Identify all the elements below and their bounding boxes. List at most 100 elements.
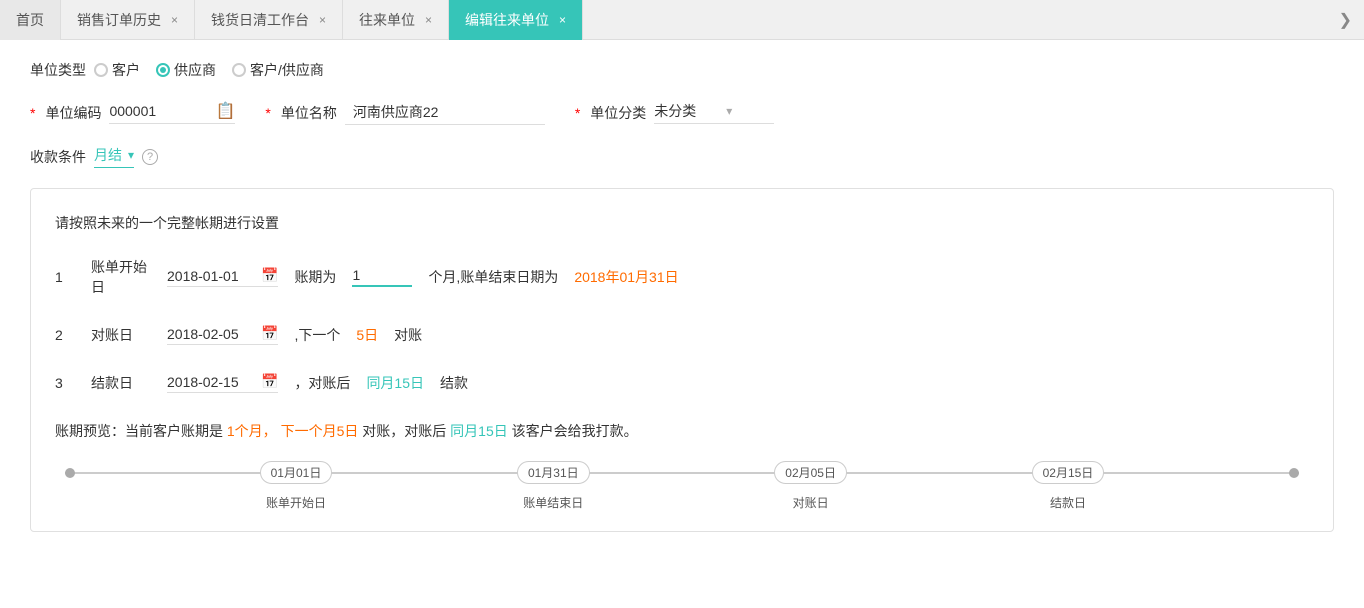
- period-prefix-3: ，对账后: [294, 373, 350, 393]
- timeline-date-1: 01月01日: [260, 461, 333, 484]
- date-reconcile-calendar-icon[interactable]: 📅: [261, 325, 278, 342]
- period-label-3: 结款日: [91, 373, 151, 393]
- period-end-date-highlight: 2018年01月31日: [574, 267, 678, 287]
- unit-category-value: 未分类: [654, 101, 696, 121]
- tab-cash-work[interactable]: 钱货日清工作台 ×: [195, 0, 343, 40]
- tab-sales-history-close[interactable]: ×: [171, 13, 178, 27]
- radio-customer-label: 客户: [112, 60, 140, 80]
- tab-partner-units[interactable]: 往来单位 ×: [343, 0, 449, 40]
- period-num-2: 2: [55, 327, 75, 343]
- timeline-node-1: 01月01日 账单开始日: [260, 461, 333, 511]
- timeline-end-circle: [1289, 468, 1299, 478]
- unit-code-star: *: [30, 105, 35, 121]
- tab-bar: 首页 销售订单历史 × 钱货日清工作台 × 往来单位 × 编辑往来单位 × ❯: [0, 0, 1364, 40]
- period-row-1: 1 账单开始日 📅 账期为 个月,账单结束日期为 2018年01月31日: [55, 257, 1309, 297]
- date-payment-input[interactable]: [167, 374, 257, 390]
- unit-code-group: * 单位编码 📋: [30, 101, 235, 124]
- period-title: 请按照未来的一个完整帐期进行设置: [55, 213, 1309, 233]
- unit-code-input[interactable]: [109, 103, 209, 119]
- timeline-node-2: 01月31日 账单结束日: [517, 461, 590, 511]
- unit-category-group: * 单位分类 未分类 ▾: [575, 101, 774, 124]
- radio-both[interactable]: 客户/供应商: [232, 60, 324, 80]
- preview-label: 账期预览：当前客户账期是: [55, 423, 223, 439]
- radio-supplier-label: 供应商: [174, 60, 216, 80]
- timeline-label-1: 账单开始日: [266, 494, 326, 511]
- tab-home-label: 首页: [16, 10, 44, 30]
- unit-code-calendar-icon[interactable]: 📋: [215, 101, 235, 121]
- timeline-label-4: 结款日: [1050, 494, 1086, 511]
- date-payment-input-group: 📅: [167, 373, 278, 393]
- timeline-node-3: 02月05日 对账日: [774, 461, 847, 511]
- period-row-3: 3 结款日 📅 ，对账后 同月15日 结款: [55, 373, 1309, 393]
- unit-name-input[interactable]: [345, 100, 545, 125]
- date-reconcile-input[interactable]: [167, 326, 257, 342]
- timeline-label-3: 对账日: [793, 494, 829, 511]
- unit-code-input-wrap: 📋: [109, 101, 235, 124]
- timeline-node-4: 02月15日 结款日: [1032, 461, 1105, 511]
- radio-both-circle: [232, 63, 246, 77]
- tab-edit-partner-label: 编辑往来单位: [465, 10, 549, 30]
- preview-part2: 下一个月5日: [281, 423, 359, 439]
- unit-name-label: 单位名称: [281, 103, 337, 123]
- unit-category-arrow: ▾: [726, 104, 732, 118]
- period-unit-1: 个月,账单结束日期为: [428, 267, 558, 287]
- radio-customer[interactable]: 客户: [94, 60, 140, 80]
- payment-terms-row: 收款条件 月结 ▾ ?: [30, 145, 1334, 168]
- period-num-1: 1: [55, 269, 75, 285]
- period-count-input[interactable]: [352, 267, 412, 287]
- period-suffix-2: 对账: [394, 325, 422, 345]
- date-start-calendar-icon[interactable]: 📅: [261, 267, 278, 284]
- date-start-input[interactable]: [167, 268, 257, 284]
- code-name-category-row: * 单位编码 📋 * 单位名称 * 单位分类 未分类 ▾: [30, 100, 1334, 125]
- tab-sales-history[interactable]: 销售订单历史 ×: [61, 0, 195, 40]
- timeline-start-circle: [65, 468, 75, 478]
- radio-supplier-circle: [156, 63, 170, 77]
- payment-terms-select[interactable]: 月结 ▾: [94, 145, 134, 168]
- unit-type-row: 单位类型 客户 供应商 客户/供应商: [30, 60, 1334, 80]
- period-suffix-3: 结款: [440, 373, 468, 393]
- tab-edit-partner-close[interactable]: ×: [559, 13, 566, 27]
- radio-both-label: 客户/供应商: [250, 60, 324, 80]
- payment-terms-group: 收款条件 月结 ▾ ?: [30, 145, 158, 168]
- period-reconcile-highlight: 5日: [356, 325, 378, 345]
- timeline-nodes: 01月01日 账单开始日 01月31日 账单结束日 02月05日 对账日 02月…: [65, 461, 1299, 511]
- unit-name-group: * 单位名称: [265, 100, 544, 125]
- timeline-end-dot: [1289, 461, 1299, 478]
- unit-type-label: 单位类型: [30, 60, 86, 80]
- unit-type-group: 单位类型 客户 供应商 客户/供应商: [30, 60, 324, 80]
- timeline-wrapper: 01月01日 账单开始日 01月31日 账单结束日 02月05日 对账日 02月…: [65, 461, 1299, 511]
- timeline-date-2: 01月31日: [517, 461, 590, 484]
- payment-terms-arrow: ▾: [128, 148, 134, 162]
- tab-cash-work-label: 钱货日清工作台: [211, 10, 309, 30]
- tab-home[interactable]: 首页: [0, 0, 61, 40]
- timeline-label-2: 账单结束日: [523, 494, 583, 511]
- radio-customer-circle: [94, 63, 108, 77]
- unit-category-star: *: [575, 105, 580, 121]
- preview-part3: 对账，对账后: [362, 423, 446, 439]
- unit-code-label: 单位编码: [45, 103, 101, 123]
- tab-sales-history-label: 销售订单历史: [77, 10, 161, 30]
- payment-terms-help-icon[interactable]: ?: [142, 149, 158, 165]
- unit-type-radios: 客户 供应商 客户/供应商: [94, 60, 324, 80]
- tab-partner-units-label: 往来单位: [359, 10, 415, 30]
- tab-edit-partner[interactable]: 编辑往来单位 ×: [449, 0, 583, 40]
- period-box: 请按照未来的一个完整帐期进行设置 1 账单开始日 📅 账期为 个月,账单结束日期…: [30, 188, 1334, 532]
- main-content: 单位类型 客户 供应商 客户/供应商 * 单位编码: [0, 40, 1364, 608]
- payment-terms-label: 收款条件: [30, 147, 86, 167]
- period-row-2: 2 对账日 📅 ,下一个 5日 对账: [55, 325, 1309, 345]
- unit-category-dropdown[interactable]: 未分类 ▾: [654, 101, 774, 124]
- period-label-1: 账单开始日: [91, 257, 151, 297]
- date-payment-calendar-icon[interactable]: 📅: [261, 373, 278, 390]
- tab-cash-work-close[interactable]: ×: [319, 13, 326, 27]
- preview-text: 账期预览：当前客户账期是 1个月， 下一个月5日 对账，对账后 同月15日 该客…: [55, 421, 1309, 441]
- preview-part5: 该客户会给我打款。: [512, 423, 638, 439]
- unit-category-label: 单位分类: [590, 103, 646, 123]
- radio-supplier[interactable]: 供应商: [156, 60, 216, 80]
- period-label-2: 对账日: [91, 325, 151, 345]
- timeline-date-3: 02月05日: [774, 461, 847, 484]
- period-prefix-2: ,下一个: [294, 325, 340, 345]
- tab-expand-icon[interactable]: ❯: [1327, 10, 1364, 30]
- tab-partner-units-close[interactable]: ×: [425, 13, 432, 27]
- payment-terms-value: 月结: [94, 145, 122, 165]
- period-num-3: 3: [55, 375, 75, 391]
